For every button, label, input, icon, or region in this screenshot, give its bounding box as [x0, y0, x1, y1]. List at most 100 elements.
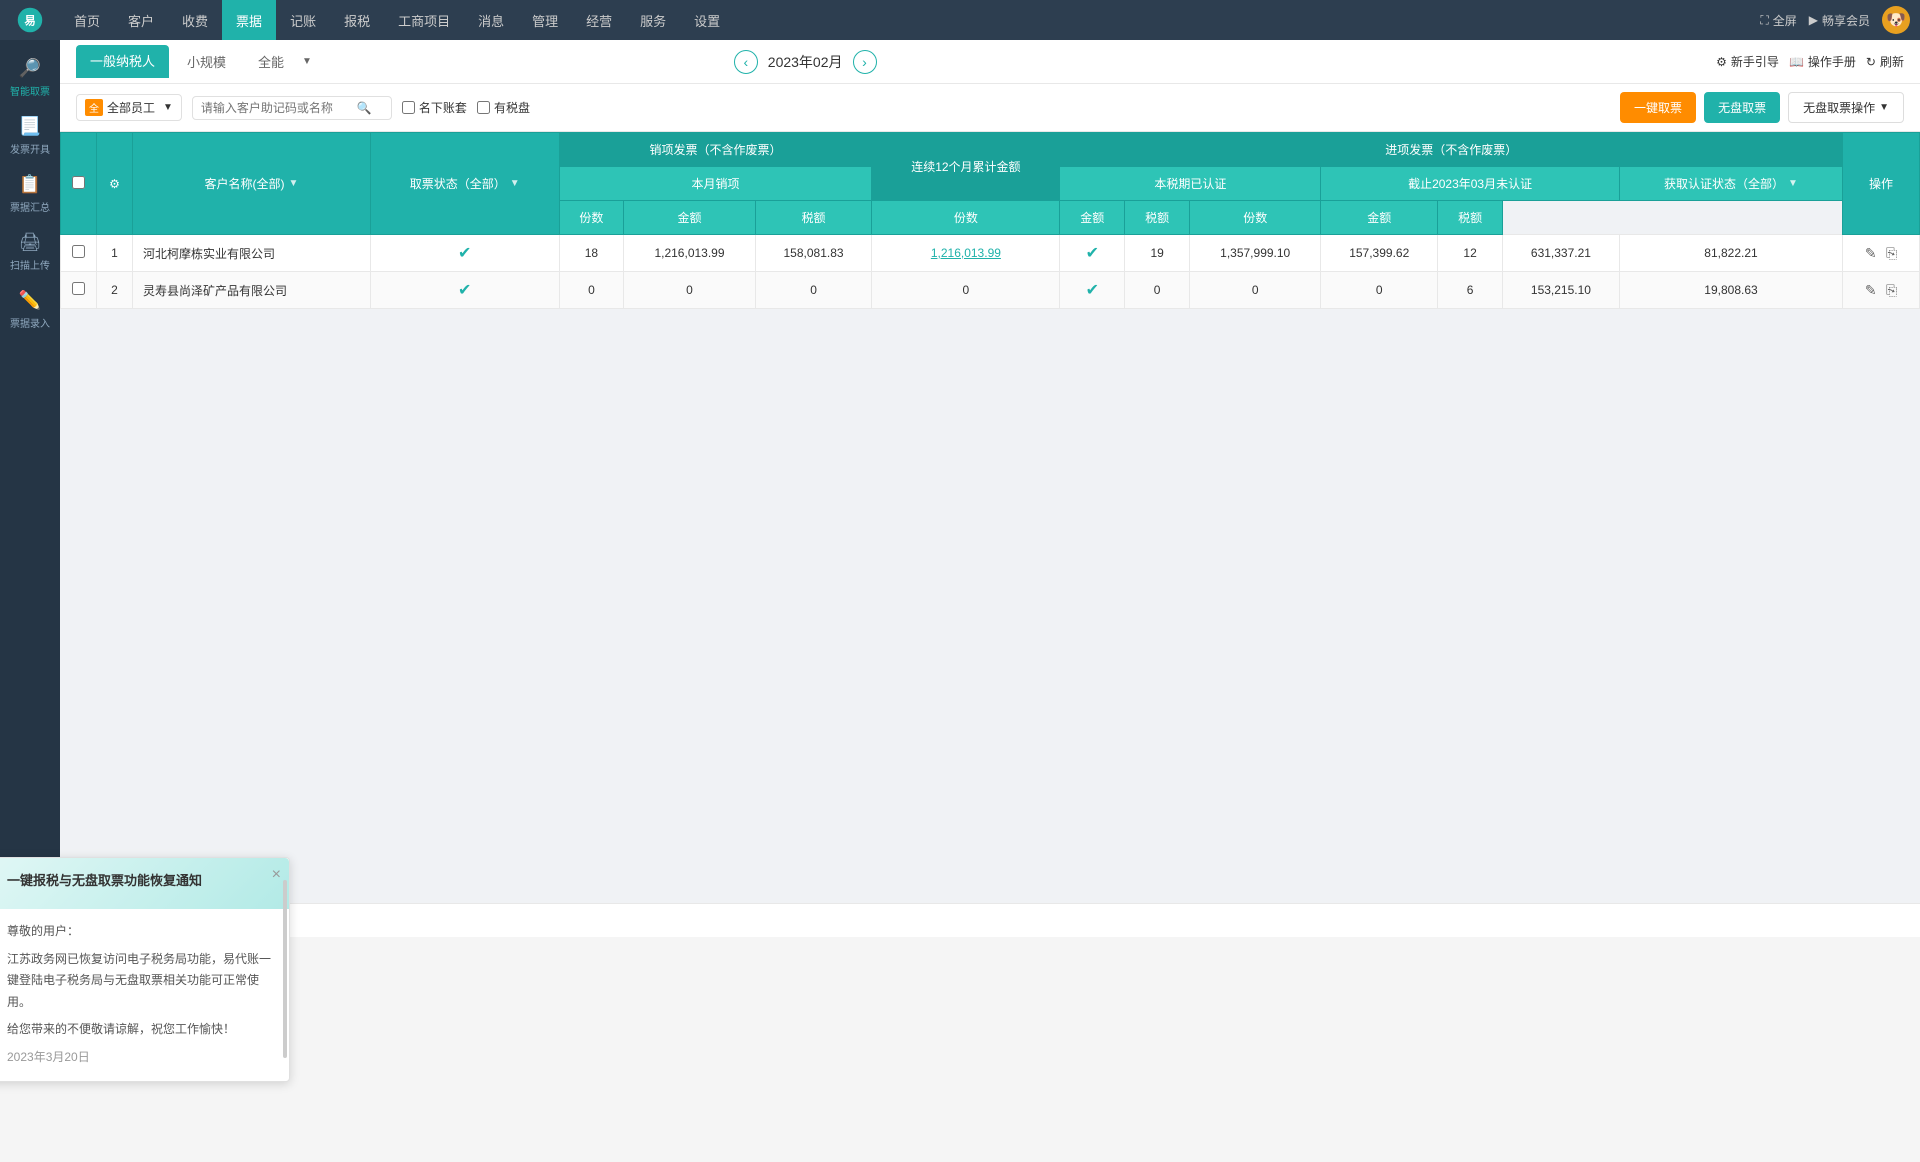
row-cert-amount-0: 1,357,999.10 [1190, 235, 1321, 272]
row-sales-tax-1: 0 [755, 272, 872, 309]
nav-home[interactable]: 首页 [60, 0, 114, 40]
nav-customer[interactable]: 客户 [114, 0, 168, 40]
search-input[interactable] [201, 101, 351, 115]
row-cert-tax-0: 157,399.62 [1321, 235, 1438, 272]
th-uncert-march: 截止2023年03月未认证 [1321, 167, 1620, 201]
customer-filter-icon[interactable]: ▼ [288, 178, 298, 189]
my-account-checkbox[interactable]: 名下账套 [402, 99, 467, 116]
sidebar-item-issue-invoice[interactable]: 📃 发票开具 [2, 108, 58, 164]
row-checkbox-0[interactable] [61, 235, 97, 272]
th-current-month-sales: 本月销项 [559, 167, 872, 201]
employee-filter[interactable]: 全 全部员工 ▼ [76, 94, 182, 121]
tab-all-ability[interactable]: 全能 [244, 46, 298, 77]
nav-invoice[interactable]: 票据 [222, 0, 276, 40]
filter-right-btns: 一键取票 无盘取票 无盘取票操作 ▼ [1620, 92, 1904, 123]
main-content: 一般纳税人 小规模 全能 ▼ ‹ 2023年02月 › ⚙ 新手引导 📖 [60, 40, 1920, 937]
th-cert-tax: 税额 [1125, 201, 1190, 235]
refresh-btn[interactable]: ↻ 刷新 [1866, 53, 1904, 70]
notif-date: 2023年3月20日 [7, 1047, 273, 1069]
customer-search[interactable]: 🔍 [192, 96, 392, 120]
th-purchase-invoice: 进项发票（不含作废票） [1060, 133, 1843, 167]
th-fetch-status: 取票状态（全部） ▼ [370, 133, 559, 235]
row-uncert-count-1: 6 [1438, 272, 1503, 309]
th-uncert-count: 份数 [1190, 201, 1321, 235]
table-row: 2 灵寿县尚泽矿产品有限公司 ✔ 0 0 0 0 ✔ 0 0 0 6 153,2… [61, 272, 1920, 309]
row-checkbox-1[interactable] [61, 272, 97, 309]
sidebar-item-invoice-summary[interactable]: 📋 票据汇总 [2, 166, 58, 222]
th-cumulative: 连续12个月累计金额 [872, 133, 1060, 201]
row-uncert-tax-0: 81,822.21 [1619, 235, 1842, 272]
edit-icon-1[interactable]: ✎ [1865, 282, 1877, 298]
nav-tax[interactable]: 报税 [330, 0, 384, 40]
fullscreen-btn[interactable]: ⛶ 全屏 [1760, 12, 1796, 29]
one-key-fetch-btn[interactable]: 一键取票 [1620, 92, 1696, 123]
sidebar-item-smart-fetch[interactable]: 🔎 智能取票 [2, 50, 58, 106]
copy-icon-0[interactable]: ⎘ [1886, 245, 1897, 261]
row-cert-status-1: ✔ [1060, 272, 1125, 309]
nav-manage[interactable]: 管理 [518, 0, 572, 40]
fullscreen-icon: ⛶ [1760, 13, 1768, 28]
fetch-status-filter-icon[interactable]: ▼ [510, 178, 520, 189]
period-section: ‹ 2023年02月 › [734, 50, 877, 74]
th-settings: ⚙ [97, 133, 133, 235]
manual-btn[interactable]: 📖 操作手册 [1789, 53, 1856, 70]
notif-body: 尊敬的用户： 江苏政务网已恢复访问电子税务局功能，易代账一键登陆电子税务局与无盘… [0, 909, 289, 1081]
nav-bookkeeping[interactable]: 记账 [276, 0, 330, 40]
notif-title: 一键报税与无盘取票功能恢复通知 [7, 870, 273, 889]
tax-disk-checkbox[interactable]: 有税盘 [477, 99, 530, 116]
settings-icon[interactable]: ⚙ [109, 177, 120, 191]
tab-all-chevron: ▼ [302, 56, 312, 67]
notif-scrollbar[interactable] [283, 880, 287, 1058]
th-uncert-tax: 税额 [1438, 201, 1503, 235]
th-cert-amount: 金额 [1060, 201, 1125, 235]
th-current-period-cert: 本税期已认证 [1060, 167, 1321, 201]
member-icon: ▶ [1809, 13, 1818, 27]
employee-chevron: ▼ [163, 102, 173, 113]
svg-text:易: 易 [24, 14, 35, 27]
page-footer: ℹ 税务政策 [60, 903, 1920, 937]
user-avatar[interactable]: 🐶 [1882, 6, 1910, 34]
th-cert-status: 获取认证状态（全部） ▼ [1619, 167, 1842, 201]
notif-close-btn[interactable]: × [272, 866, 281, 884]
copy-icon-1[interactable]: ⎘ [1886, 282, 1897, 298]
no-disk-fetch-btn[interactable]: 无盘取票 [1704, 92, 1780, 123]
row-uncert-count-0: 12 [1438, 235, 1503, 272]
period-next-btn[interactable]: › [853, 50, 877, 74]
tab-small-scale[interactable]: 小规模 [173, 46, 240, 77]
nav-operation[interactable]: 经营 [572, 0, 626, 40]
nav-business[interactable]: 工商项目 [384, 0, 464, 40]
sidebar-item-scan-upload[interactable]: 🖨 扫描上传 [2, 224, 58, 280]
cert-status-filter-icon[interactable]: ▼ [1788, 178, 1798, 189]
row-cumulative-1: 0 [872, 272, 1060, 309]
tab-general-taxpayer[interactable]: 一般纳税人 [76, 45, 169, 78]
notification-popup: × 一键报税与无盘取票功能恢复通知 尊敬的用户： 江苏政务网已恢复访问电子税务局… [0, 857, 290, 1082]
nav-settings[interactable]: 设置 [680, 0, 734, 40]
row-sales-amount-1: 0 [624, 272, 755, 309]
nav-message[interactable]: 消息 [464, 0, 518, 40]
row-cert-tax-1: 0 [1321, 272, 1438, 309]
period-prev-btn[interactable]: ‹ [734, 50, 758, 74]
tab-bar: 一般纳税人 小规模 全能 ▼ ‹ 2023年02月 › ⚙ 新手引导 📖 [60, 40, 1920, 84]
sidebar-item-invoice-entry[interactable]: ✏️ 票据录入 [2, 282, 58, 338]
row-index-1: 2 [97, 272, 133, 309]
th-checkbox [61, 133, 97, 235]
no-disk-ops-btn[interactable]: 无盘取票操作 ▼ [1788, 92, 1904, 123]
th-cert-count: 份数 [872, 201, 1060, 235]
row-uncert-amount-1: 153,215.10 [1503, 272, 1620, 309]
row-cert-status-0: ✔ [1060, 235, 1125, 272]
select-all-checkbox[interactable] [72, 176, 85, 189]
edit-icon-0[interactable]: ✎ [1865, 245, 1877, 261]
member-btn[interactable]: ▶ 畅享会员 [1809, 12, 1870, 29]
table-container: ⚙ 客户名称(全部) ▼ 取票状态（全部） ▼ [60, 132, 1920, 903]
nav-fee[interactable]: 收费 [168, 0, 222, 40]
scan-upload-icon: 🖨 [19, 232, 42, 253]
row-sales-count-0: 18 [559, 235, 624, 272]
row-fetch-status-1: ✔ [370, 272, 559, 309]
th-customer: 客户名称(全部) ▼ [133, 133, 371, 235]
new-guide-btn[interactable]: ⚙ 新手引导 [1716, 53, 1779, 70]
search-icon[interactable]: 🔍 [357, 101, 372, 115]
issue-invoice-icon: 📃 [19, 116, 41, 137]
row-cert-count-1: 0 [1125, 272, 1190, 309]
manual-icon: 📖 [1789, 55, 1804, 69]
nav-service[interactable]: 服务 [626, 0, 680, 40]
